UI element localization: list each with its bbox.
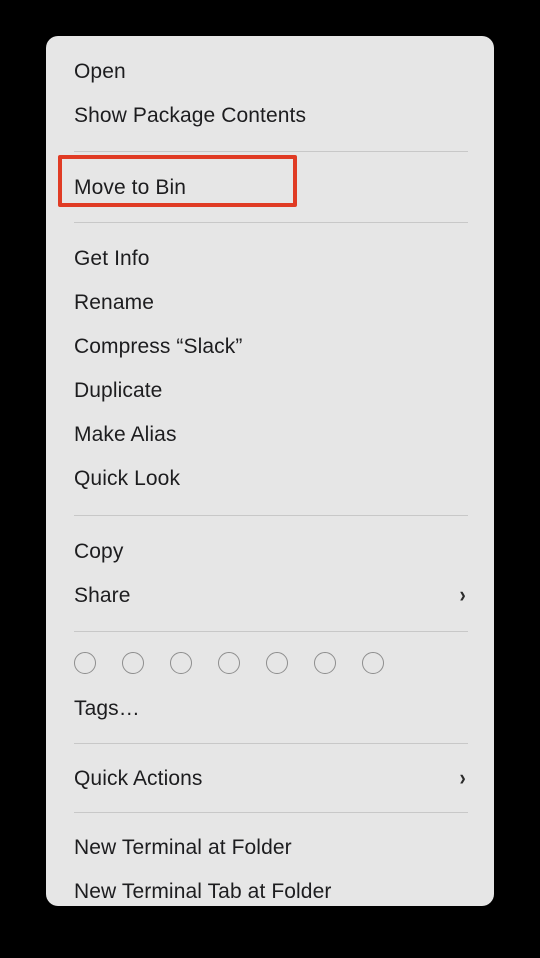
- tag-swatch-row: [46, 640, 494, 686]
- menu-item-label: Tags…: [74, 696, 140, 720]
- menu-section-open: Open Show Package Contents: [46, 36, 494, 137]
- menu-item-make-alias[interactable]: Make Alias: [46, 412, 494, 456]
- menu-item-label: Move to Bin: [74, 175, 186, 199]
- menu-item-label: Open: [74, 59, 126, 83]
- menu-item-label: Share: [74, 583, 131, 607]
- menu-item-rename[interactable]: Rename: [46, 280, 494, 324]
- menu-item-tags[interactable]: Tags…: [46, 686, 494, 730]
- menu-item-show-package-contents[interactable]: Show Package Contents: [46, 93, 494, 137]
- menu-item-label: Quick Look: [74, 466, 181, 490]
- menu-section-file-actions: Get Info Rename Compress “Slack” Duplica…: [46, 223, 494, 500]
- menu-item-new-terminal-tab-at-folder[interactable]: New Terminal Tab at Folder: [46, 869, 494, 906]
- menu-item-label: Copy: [74, 539, 124, 563]
- menu-item-label: New Terminal Tab at Folder: [74, 879, 332, 903]
- menu-section-tags: Tags…: [46, 632, 494, 730]
- menu-item-label: Quick Actions: [74, 766, 203, 790]
- menu-item-new-terminal-at-folder[interactable]: New Terminal at Folder: [46, 825, 494, 869]
- menu-item-share[interactable]: Share ›: [46, 573, 494, 617]
- menu-item-compress[interactable]: Compress “Slack”: [46, 324, 494, 368]
- menu-item-duplicate[interactable]: Duplicate: [46, 368, 494, 412]
- chevron-right-icon: ›: [459, 582, 466, 607]
- menu-section-copy-share: Copy Share ›: [46, 516, 494, 617]
- menu-item-quick-look[interactable]: Quick Look: [46, 456, 494, 500]
- menu-item-move-to-bin[interactable]: Move to Bin: [46, 165, 494, 209]
- menu-item-label: Make Alias: [74, 422, 177, 446]
- tag-swatch-none-7[interactable]: [362, 652, 384, 674]
- tag-swatch-none-3[interactable]: [170, 652, 192, 674]
- menu-item-label: Show Package Contents: [74, 103, 307, 127]
- menu-item-get-info[interactable]: Get Info: [46, 236, 494, 280]
- menu-item-quick-actions[interactable]: Quick Actions ›: [46, 756, 494, 800]
- tag-swatch-none-6[interactable]: [314, 652, 336, 674]
- menu-item-copy[interactable]: Copy: [46, 529, 494, 573]
- tag-swatch-none-5[interactable]: [266, 652, 288, 674]
- menu-item-label: Compress “Slack”: [74, 334, 243, 358]
- menu-item-open[interactable]: Open: [46, 49, 494, 93]
- menu-section-bin: Move to Bin: [46, 152, 494, 222]
- chevron-right-icon: ›: [459, 765, 466, 790]
- tag-swatch-none-1[interactable]: [74, 652, 96, 674]
- menu-section-terminal: New Terminal at Folder New Terminal Tab …: [46, 813, 494, 906]
- menu-item-label: Rename: [74, 290, 154, 314]
- menu-item-label: New Terminal at Folder: [74, 835, 292, 859]
- menu-item-label: Duplicate: [74, 378, 163, 402]
- finder-context-menu[interactable]: Open Show Package Contents Move to Bin G…: [46, 36, 494, 906]
- menu-section-quick-actions: Quick Actions ›: [46, 744, 494, 800]
- menu-item-label: Get Info: [74, 246, 150, 270]
- tag-swatch-none-2[interactable]: [122, 652, 144, 674]
- tag-swatch-none-4[interactable]: [218, 652, 240, 674]
